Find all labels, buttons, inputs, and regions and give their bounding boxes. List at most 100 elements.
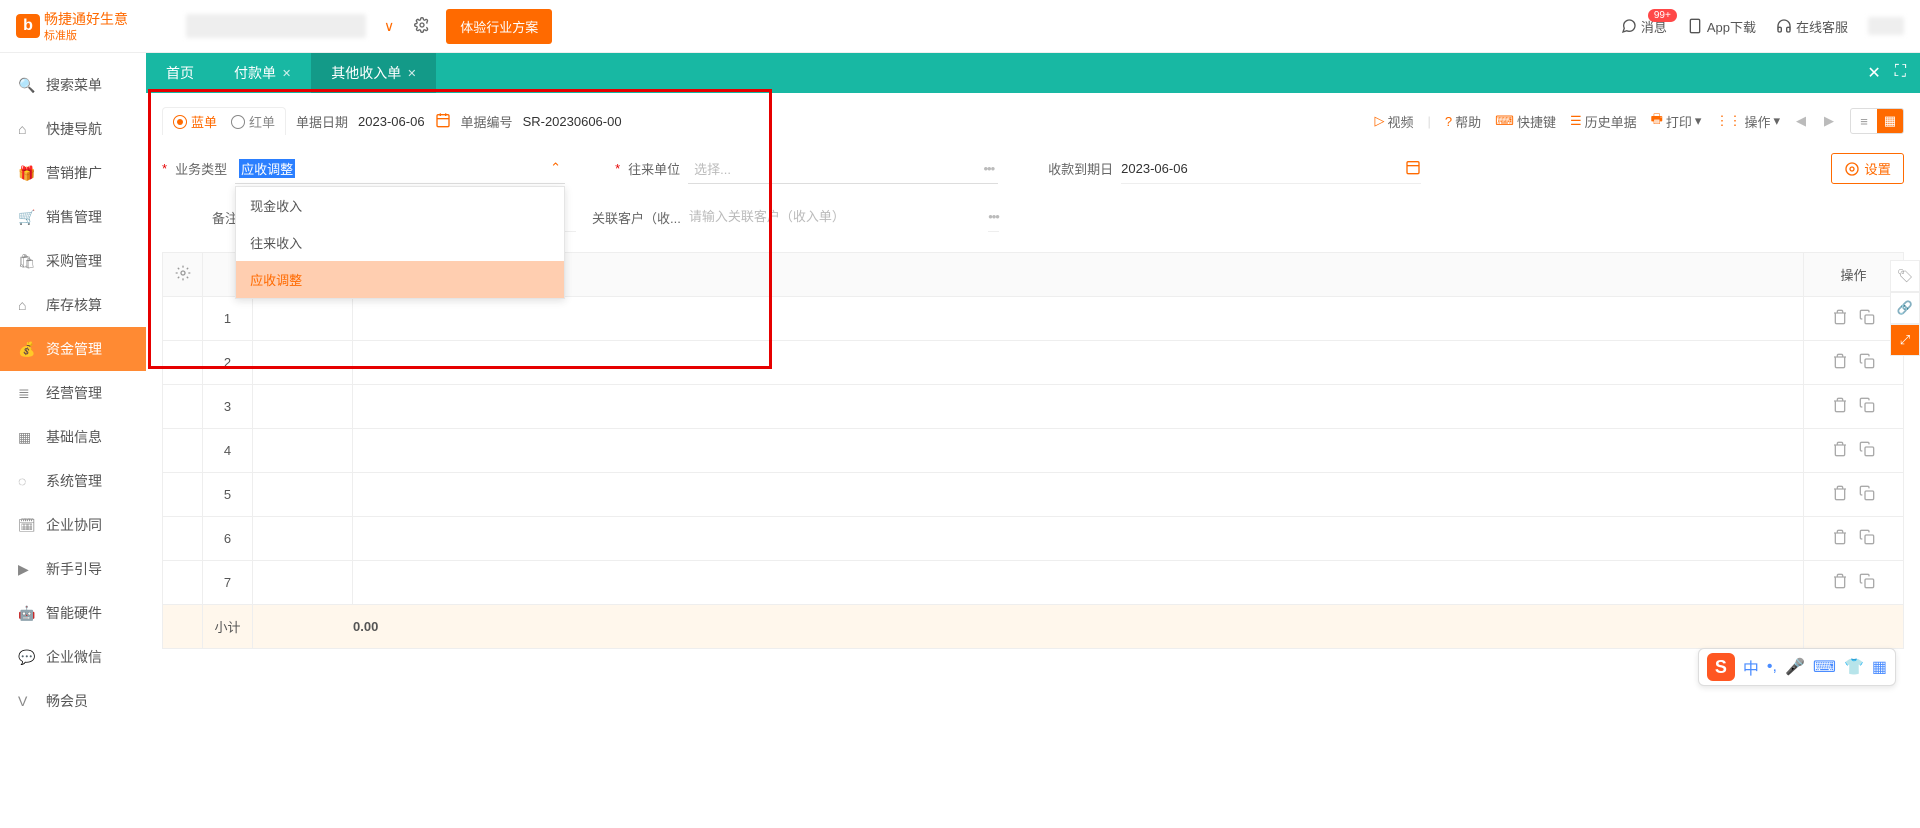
dropdown-item[interactable]: 现金收入 bbox=[236, 187, 564, 224]
sidebar-item-11[interactable]: ▶新手引导 bbox=[0, 547, 146, 591]
delete-icon[interactable] bbox=[1832, 313, 1848, 328]
ime-mic-icon[interactable]: 🎤 bbox=[1785, 657, 1805, 677]
date-value[interactable]: 2023-06-06 bbox=[358, 114, 425, 129]
ime-grid-icon[interactable]: ▦ bbox=[1872, 657, 1887, 677]
sidebar-item-1[interactable]: ⌂快捷导航 bbox=[0, 107, 146, 151]
calendar-icon[interactable] bbox=[1405, 159, 1421, 178]
vip-icon: V bbox=[18, 693, 36, 709]
delete-icon[interactable] bbox=[1832, 401, 1848, 416]
linkcust-input[interactable] bbox=[689, 202, 988, 232]
link-icon[interactable]: 🔗 bbox=[1890, 292, 1920, 324]
help-button[interactable]: ?帮助 bbox=[1445, 112, 1481, 131]
table-row[interactable]: 3 bbox=[163, 385, 1904, 429]
cta-button[interactable]: 体验行业方案 bbox=[446, 9, 552, 44]
row-number: 7 bbox=[203, 561, 253, 605]
expand-icon[interactable]: ⤢ bbox=[1890, 324, 1920, 356]
sidebar-item-10[interactable]: 🗓企业协同 bbox=[0, 503, 146, 547]
docno-value: SR-20230606-00 bbox=[523, 114, 622, 129]
ops-button[interactable]: ⋮⋮操作 ▾ bbox=[1715, 112, 1780, 131]
view-card-icon[interactable]: ▦ bbox=[1877, 109, 1903, 133]
tab-1[interactable]: 付款单✕ bbox=[214, 53, 311, 93]
sidebar-item-6[interactable]: 💰资金管理 bbox=[0, 327, 146, 371]
sidebar-item-8[interactable]: ▦基础信息 bbox=[0, 415, 146, 459]
tab-2[interactable]: 其他收入单✕ bbox=[311, 53, 436, 93]
sidebar-item-7[interactable]: ≣经营管理 bbox=[0, 371, 146, 415]
download-button[interactable]: App下载 bbox=[1687, 17, 1756, 36]
sidebar-item-5[interactable]: ⌂库存核算 bbox=[0, 283, 146, 327]
delete-icon[interactable] bbox=[1832, 445, 1848, 460]
settings-button[interactable]: 设置 bbox=[1831, 153, 1904, 184]
tabbar: 首页付款单✕其他收入单✕ ✕ ⛶ bbox=[146, 53, 1920, 93]
prev-icon[interactable]: ◀ bbox=[1794, 113, 1808, 129]
tab-close-icon[interactable]: ✕ bbox=[282, 67, 291, 80]
sidebar-item-label: 系统管理 bbox=[46, 471, 102, 491]
radio-red[interactable]: 红单 bbox=[231, 112, 275, 131]
calendar-icon[interactable] bbox=[435, 112, 451, 131]
gear-icon[interactable] bbox=[414, 17, 430, 36]
ime-toolbar[interactable]: S 中 •, 🎤 ⌨ 👕 ▦ bbox=[1698, 648, 1896, 686]
copy-icon[interactable] bbox=[1859, 533, 1875, 548]
message-button[interactable]: 消息 99+ bbox=[1621, 17, 1667, 36]
table-row[interactable]: 2 bbox=[163, 341, 1904, 385]
sidebar-item-3[interactable]: 🛒销售管理 bbox=[0, 195, 146, 239]
sidebar-item-4[interactable]: 🛍采购管理 bbox=[0, 239, 146, 283]
delete-icon[interactable] bbox=[1832, 577, 1848, 592]
view-switch: ≡ ▦ bbox=[1850, 108, 1904, 134]
print-button[interactable]: 🖶打印 ▾ bbox=[1651, 110, 1702, 132]
copy-icon[interactable] bbox=[1859, 489, 1875, 504]
copy-icon[interactable] bbox=[1859, 313, 1875, 328]
video-button[interactable]: ▷视频 bbox=[1375, 112, 1414, 131]
biztype-select[interactable]: 应收调整 ⌃ 现金收入往来收入应收调整 bbox=[235, 154, 565, 184]
more-icon[interactable]: ••• bbox=[988, 209, 999, 224]
copy-icon[interactable] bbox=[1859, 401, 1875, 416]
ime-keyboard-icon[interactable]: ⌨ bbox=[1813, 657, 1836, 677]
sidebar-item-9[interactable]: ◌系统管理 bbox=[0, 459, 146, 503]
party-label: 往来单位 bbox=[628, 159, 680, 178]
money-icon: 💰 bbox=[18, 341, 36, 358]
tab-0[interactable]: 首页 bbox=[146, 53, 214, 93]
table-row[interactable]: 6 bbox=[163, 517, 1904, 561]
sidebar-item-13[interactable]: 💬企业微信 bbox=[0, 635, 146, 679]
sidebar-item-0[interactable]: 🔍搜索菜单 bbox=[0, 63, 146, 107]
tab-close-icon[interactable]: ✕ bbox=[407, 67, 416, 80]
dropdown-item[interactable]: 往来收入 bbox=[236, 224, 564, 261]
expand-icon[interactable]: ⛶ bbox=[1895, 63, 1906, 83]
sidebar-item-14[interactable]: V 畅会员 bbox=[0, 679, 146, 723]
ime-lang[interactable]: 中 bbox=[1743, 655, 1759, 679]
delete-icon[interactable] bbox=[1832, 489, 1848, 504]
sidebar-item-label: 搜索菜单 bbox=[46, 75, 102, 95]
sidebar-item-label: 畅会员 bbox=[46, 691, 88, 711]
ime-punct-icon[interactable]: •, bbox=[1767, 658, 1777, 676]
close-icon[interactable]: ✕ bbox=[1867, 63, 1880, 83]
radio-blue[interactable]: 蓝单 bbox=[173, 112, 217, 131]
table-settings-icon[interactable] bbox=[163, 253, 203, 297]
dropdown-item[interactable]: 应收调整 bbox=[236, 261, 564, 298]
party-select[interactable]: 选择... ••• bbox=[688, 154, 998, 184]
next-icon[interactable]: ▶ bbox=[1822, 113, 1836, 129]
company-selector[interactable]: ∨ bbox=[186, 14, 394, 38]
ime-skin-icon[interactable]: 👕 bbox=[1844, 657, 1864, 677]
tag-icon[interactable]: 🏷 bbox=[1890, 260, 1920, 292]
view-list-icon[interactable]: ≡ bbox=[1851, 109, 1877, 133]
table-row[interactable]: 4 bbox=[163, 429, 1904, 473]
table-row[interactable]: 7 bbox=[163, 561, 1904, 605]
history-button[interactable]: ☰历史单据 bbox=[1570, 112, 1637, 131]
brand-logo[interactable]: b 畅捷通好生意 标准版 bbox=[16, 9, 146, 43]
due-value[interactable]: 2023-06-06 bbox=[1121, 161, 1188, 176]
user-avatar[interactable] bbox=[1868, 17, 1904, 35]
table-row[interactable]: 5 bbox=[163, 473, 1904, 517]
delete-icon[interactable] bbox=[1832, 533, 1848, 548]
shortcut-button[interactable]: ⌨快捷键 bbox=[1495, 112, 1556, 131]
sidebar-item-12[interactable]: 🤖智能硬件 bbox=[0, 591, 146, 635]
delete-icon[interactable] bbox=[1832, 357, 1848, 372]
copy-icon[interactable] bbox=[1859, 577, 1875, 592]
avatar-blur bbox=[1868, 17, 1904, 35]
sidebar-item-2[interactable]: 🎁营销推广 bbox=[0, 151, 146, 195]
table-row[interactable]: 1 bbox=[163, 297, 1904, 341]
row-number: 3 bbox=[203, 385, 253, 429]
support-button[interactable]: 在线客服 bbox=[1776, 17, 1848, 36]
box-icon: ⌂ bbox=[18, 297, 36, 313]
copy-icon[interactable] bbox=[1859, 357, 1875, 372]
more-icon[interactable]: ••• bbox=[984, 161, 995, 176]
copy-icon[interactable] bbox=[1859, 445, 1875, 460]
